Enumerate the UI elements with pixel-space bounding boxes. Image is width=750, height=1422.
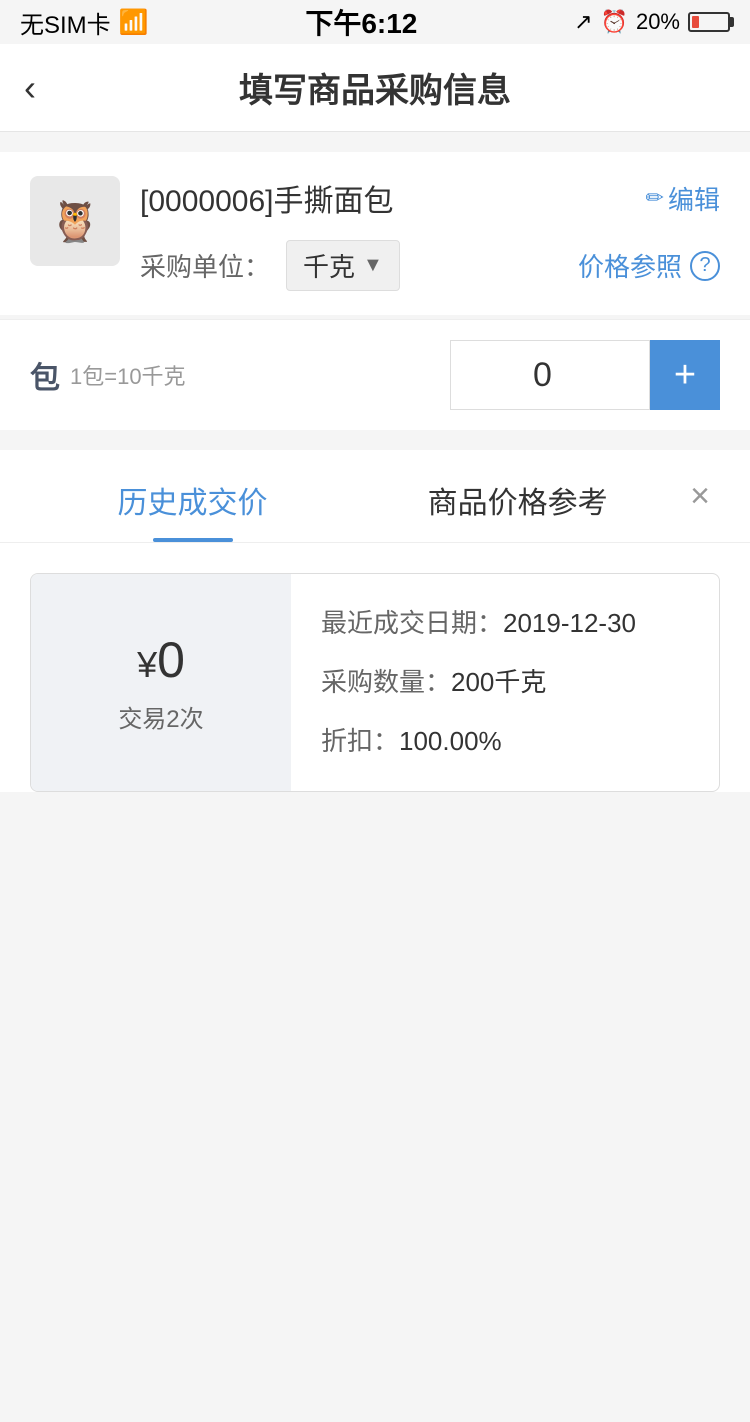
status-time: 下午6:12 [305, 2, 417, 42]
price-ref-label: 价格参照 [578, 247, 682, 284]
page-title: 填写商品采购信息 [239, 63, 511, 112]
purchase-unit-row: 采购单位： 千克 ▼ 价格参照 ? [140, 240, 720, 291]
tab-price-reference[interactable]: 商品价格参考 [355, 450, 680, 542]
discount-label: 折扣： [321, 726, 399, 756]
discount-value: 100.00% [399, 726, 502, 756]
back-button[interactable]: ‹ [24, 67, 36, 109]
unit-label: 采购单位： [140, 247, 270, 284]
quantity-conversion: 1包=10千克 [70, 359, 186, 391]
edit-button[interactable]: ✏ 编辑 [646, 180, 720, 217]
product-card: 🦉 [0000006]手撕面包 ✏ 编辑 采购单位： 千克 ▼ 价格参照 [0, 152, 750, 315]
status-left: 无SIM卡 📶 [20, 5, 149, 40]
trade-discount-row: 折扣：100.00% [321, 722, 689, 761]
quantity-plus-button[interactable]: + [650, 340, 720, 410]
help-text: ? [699, 254, 710, 277]
unit-dropdown[interactable]: 千克 ▼ [286, 240, 400, 291]
alarm-icon: ⏰ [601, 9, 628, 35]
battery-icon [688, 12, 730, 32]
bottom-area [0, 822, 750, 1422]
status-bar: 无SIM卡 📶 下午6:12 ↗ ⏰ 20% [0, 0, 750, 44]
tab-header: 历史成交价 商品价格参考 × [0, 450, 750, 543]
trade-detail-panel: 最近成交日期：2019-12-30 采购数量：200千克 折扣：100.00% [291, 574, 719, 791]
currency-symbol: ¥ [137, 644, 157, 685]
date-label: 最近成交日期： [321, 608, 503, 638]
qty-value: 200千克 [451, 667, 546, 697]
product-id: [0000006] [140, 185, 273, 218]
trade-date-row: 最近成交日期：2019-12-30 [321, 604, 689, 643]
trade-price-value: 0 [157, 632, 185, 688]
unit-value: 千克 [303, 247, 355, 284]
wifi-icon: 📶 [119, 8, 149, 37]
trade-price-display: ¥0 [137, 631, 185, 689]
tab-close-button[interactable]: × [680, 457, 720, 536]
date-value: 2019-12-30 [503, 608, 636, 638]
tab1-label: 历史成交价 [118, 487, 268, 520]
edit-icon: ✏ [646, 185, 664, 211]
location-icon: ↗ [574, 9, 592, 35]
trade-count: 交易2次 [118, 699, 203, 734]
price-ref-help-icon: ? [690, 251, 720, 281]
status-right: ↗ ⏰ 20% [574, 9, 730, 35]
carrier-text: 无SIM卡 [20, 5, 111, 40]
quantity-unit: 包 [30, 353, 60, 397]
quantity-input[interactable] [450, 340, 650, 410]
trade-price-panel: ¥0 交易2次 [31, 574, 291, 791]
product-image-icon: 🦉 [50, 198, 100, 245]
dropdown-arrow-icon: ▼ [363, 254, 383, 277]
trade-card: ¥0 交易2次 最近成交日期：2019-12-30 采购数量：200千克 折扣：… [30, 573, 720, 792]
tab2-label: 商品价格参考 [428, 487, 608, 520]
quantity-input-group: + [450, 340, 720, 410]
battery-percent: 20% [636, 9, 680, 35]
product-name-row: [0000006]手撕面包 ✏ 编辑 [140, 176, 720, 220]
product-title: 手撕面包 [273, 185, 393, 218]
product-info: [0000006]手撕面包 ✏ 编辑 采购单位： 千克 ▼ 价格参照 ? [140, 176, 720, 291]
price-reference-button[interactable]: 价格参照 ? [578, 247, 720, 284]
quantity-row: 包 1包=10千克 + [0, 319, 750, 430]
edit-label: 编辑 [668, 180, 720, 217]
product-name: [0000006]手撕面包 [140, 176, 393, 220]
tab-history-price[interactable]: 历史成交价 [30, 450, 355, 542]
product-header: 🦉 [0000006]手撕面包 ✏ 编辑 采购单位： 千克 ▼ 价格参照 [30, 176, 720, 291]
nav-bar: ‹ 填写商品采购信息 [0, 44, 750, 132]
product-thumbnail: 🦉 [30, 176, 120, 266]
qty-label: 采购数量： [321, 667, 451, 697]
tab-underline [153, 538, 233, 542]
tab-panel: 历史成交价 商品价格参考 × ¥0 交易2次 最近成交日期：2019-12-30… [0, 450, 750, 792]
trade-qty-row: 采购数量：200千克 [321, 663, 689, 702]
